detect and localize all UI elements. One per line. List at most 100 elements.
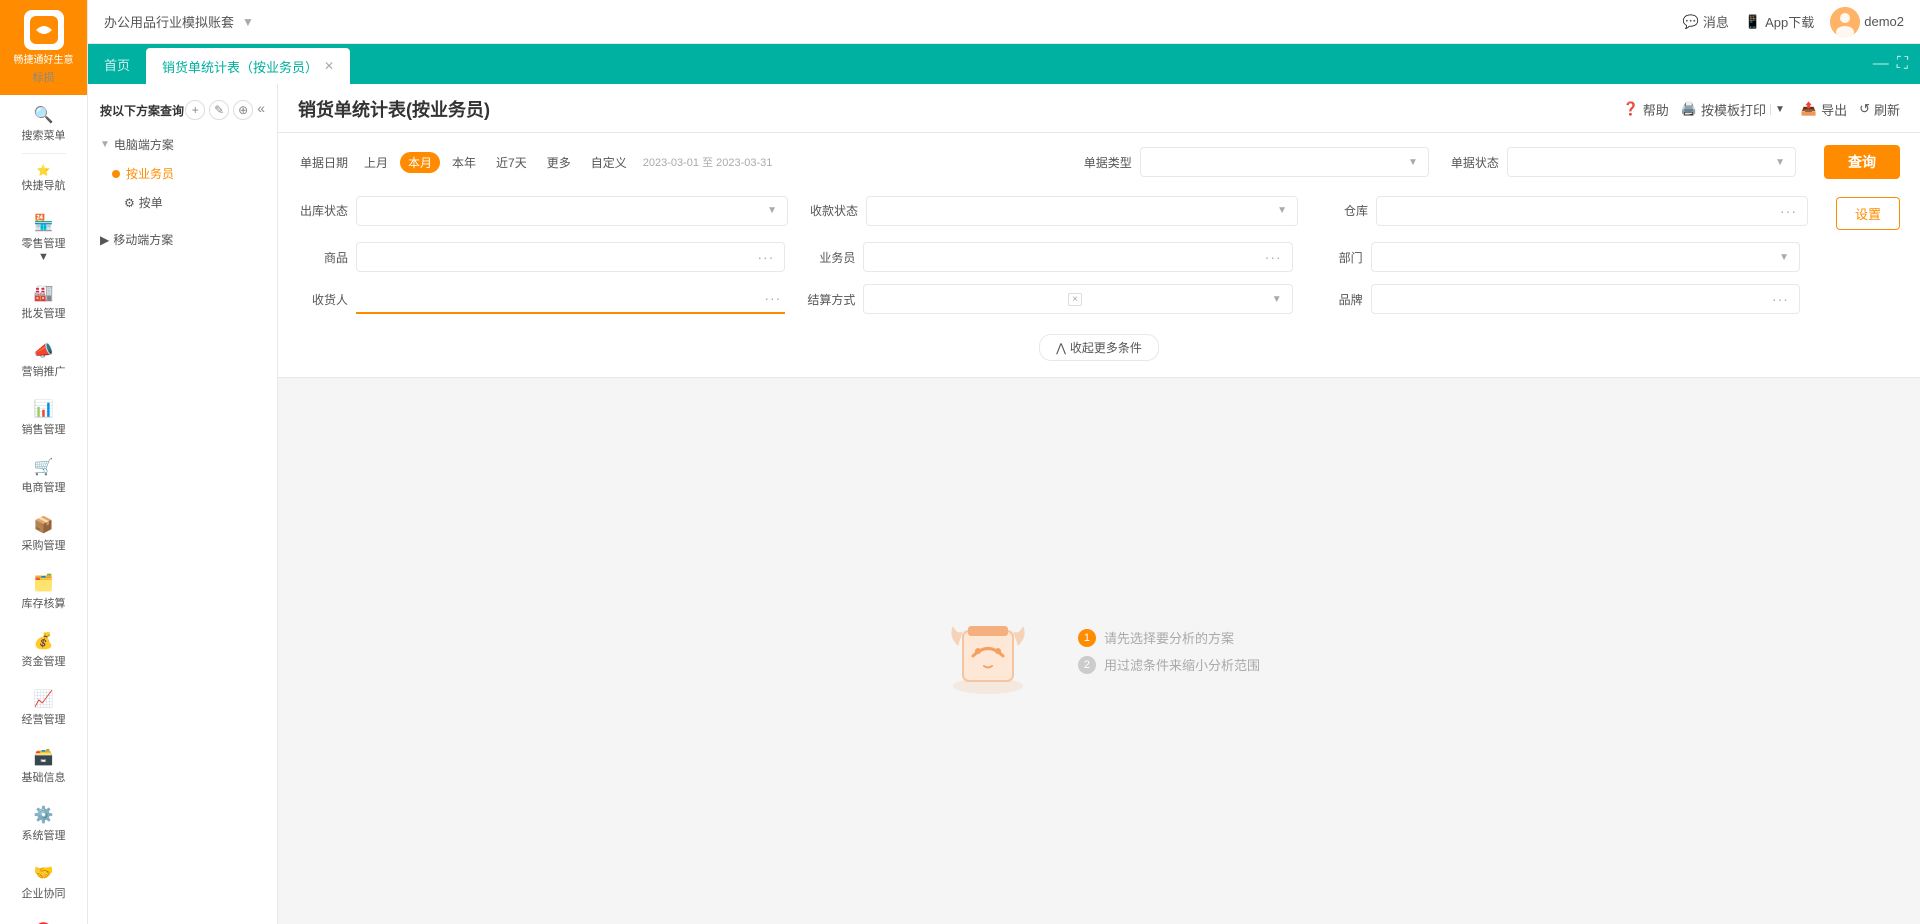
desktop-scheme-expand[interactable]: ▼ 电脑端方案 [88,130,277,159]
sidebar-item-retail[interactable]: 🏪 零售管理 [0,203,87,273]
tab-home[interactable]: 首页 [88,44,146,84]
dept-filter-item: 部门 ▼ [1313,242,1800,272]
tab-sales-report[interactable]: 销货单统计表（按业务员） ✕ [146,48,350,84]
delete-scheme-button[interactable]: ⊕ [233,100,253,120]
sidebar-item-enterprise[interactable]: 🤝 企业协同 [0,853,87,911]
sidebar-item-inventory[interactable]: 🗂️ 库存核算 [0,563,87,621]
docstatus-select[interactable]: ▼ [1507,147,1796,177]
warehouse-dots[interactable]: ··· [1780,203,1797,219]
help-button[interactable]: ❓ 帮助 [1623,100,1669,119]
sidebar-item-label: 企业协同 [22,885,66,901]
collapse-panel-button[interactable]: « [257,100,265,120]
brand-dots[interactable]: ··· [1772,291,1789,307]
sidebar-item-purchase[interactable]: 📦 采购管理 [0,505,87,563]
desktop-scheme-label: 电脑端方案 [114,136,174,153]
active-dot [112,170,120,178]
consignee-filter-item: 收货人 ··· [298,284,785,314]
topbar-left: 办公用品行业模拟账套 ▼ [104,12,254,31]
left-panel-actions: + ✎ ⊕ « [185,100,265,120]
settlement-select[interactable]: × ▼ [863,284,1292,314]
date-tab-7days[interactable]: 近7天 [488,152,535,173]
add-scheme-button[interactable]: + [185,100,205,120]
empty-tip-1: 1 请先选择要分析的方案 [1078,628,1260,647]
date-tab-thismonth[interactable]: 本月 [400,152,440,173]
sidebar-item-wholesale[interactable]: 🏭 批发管理 [0,273,87,331]
shortcut-icon: ⭐ [37,164,51,177]
scheme-by-order[interactable]: ⚙ 按单 [88,188,277,217]
tab-home-label: 首页 [104,55,130,74]
date-filter-control: 上月 本月 本年 近7天 更多 自定义 2023-03-01 至 2023-03… [356,152,772,173]
operations-icon: 📈 [34,689,54,709]
consignee-input[interactable]: ··· [356,284,785,314]
marketing-icon: 📣 [34,341,54,361]
export-label: 导出 [1821,100,1847,119]
data-area: 1 请先选择要分析的方案 2 用过滤条件来缩小分析范围 [278,378,1920,924]
print-main-button[interactable]: 🖨️ 按模板打印 [1681,100,1770,119]
warehouse-input[interactable]: ··· [1376,196,1808,226]
sidebar-item-sales[interactable]: 📊 销售管理 [0,389,87,447]
sidebar-item-operations[interactable]: 📈 经营管理 [0,679,87,737]
docstatus-filter-item: 单据状态 ▼ [1449,147,1796,177]
settings-button[interactable]: 设置 [1836,197,1900,230]
user-avatar-button[interactable]: demo2 [1830,7,1904,37]
stock-status-caret: ▼ [767,205,777,216]
payment-status-caret: ▼ [1277,205,1287,216]
payment-status-label: 收款状态 [808,202,858,219]
date-tabs: 上月 本月 本年 近7天 更多 自定义 [356,152,635,173]
settlement-clear-button[interactable]: × [1068,293,1082,306]
salesrep-input[interactable]: ··· [863,242,1292,272]
salesrep-dots[interactable]: ··· [1265,249,1282,265]
message-button[interactable]: 💬 消息 [1683,12,1729,31]
mobile-scheme-expand[interactable]: ▶ 移动端方案 [88,225,277,254]
print-dropdown-button[interactable]: ▼ [1770,104,1789,115]
sidebar-item-finance[interactable]: 💰 资金管理 [0,621,87,679]
topbar-right: 💬 消息 📱 App下载 demo2 [1683,7,1904,37]
tab-minimize-icon[interactable]: — [1873,55,1889,73]
sidebar-item-ecommerce[interactable]: 🛒 电商管理 [0,447,87,505]
settlement-label: 结算方式 [805,291,855,308]
date-tab-lastmonth[interactable]: 上月 [356,152,396,173]
collapse-conditions-button[interactable]: ⋀ 收起更多条件 [1039,334,1159,361]
doctype-select[interactable]: ▼ [1140,147,1429,177]
sidebar-item-basic-info[interactable]: 🗃️ 基础信息 [0,737,87,795]
stock-status-select[interactable]: ▼ [356,196,788,226]
retail-icon: 🏪 [34,213,54,233]
message-label: 消息 [1703,12,1729,31]
edit-scheme-button[interactable]: ✎ [209,100,229,120]
sidebar-item-system[interactable]: ⚙️ 系统管理 [0,795,87,853]
dept-select[interactable]: ▼ [1371,242,1800,272]
goods-input[interactable]: ··· [356,242,785,272]
tab-expand-icon[interactable]: ⛶ [1897,55,1908,73]
sidebar-item-marketing[interactable]: 📣 营销推广 [0,331,87,389]
desktop-scheme-group: ▼ 电脑端方案 按业务员 ⚙ 按单 [88,126,277,221]
refresh-button[interactable]: ↺ 刷新 [1859,100,1900,119]
query-button[interactable]: 查询 [1824,145,1900,179]
shortcut-nav[interactable]: ⭐ 快捷导航 [22,153,66,203]
content-area: 按以下方案查询 + ✎ ⊕ « ▼ 电脑端方案 按业务员 ⚙ [88,84,1920,924]
date-range-text: 2023-03-01 至 2023-03-31 [643,154,773,170]
export-button[interactable]: 📤 导出 [1801,100,1847,119]
date-tab-more[interactable]: 更多 [539,152,579,173]
date-tab-custom[interactable]: 自定义 [583,152,635,173]
main-area: 办公用品行业模拟账套 ▼ 💬 消息 📱 App下载 de [88,0,1920,924]
purchase-icon: 📦 [34,515,54,535]
brand-input[interactable]: ··· [1371,284,1800,314]
mobile-expand-icon: ▶ [100,233,109,247]
app-download-button[interactable]: 📱 App下载 [1745,12,1814,31]
right-panel: 销货单统计表(按业务员) ❓ 帮助 🖨️ 按模板打印 ▼ 📤 [278,84,1920,924]
tab-close-icon[interactable]: ✕ [324,59,334,73]
tabbar-actions: — ⛶ [1873,55,1920,73]
scheme-by-salesrep[interactable]: 按业务员 [88,159,277,188]
consignee-dots[interactable]: ··· [764,290,781,306]
goods-dots[interactable]: ··· [757,249,774,265]
sidebar-item-guide[interactable]: 🎯 新手引导 [0,911,87,924]
stock-status-label: 出库状态 [298,202,348,219]
payment-status-select[interactable]: ▼ [866,196,1298,226]
date-filter-label: 单据日期 [298,154,348,171]
search-menu[interactable]: 🔍 搜索菜单 [0,95,87,153]
username-label: demo2 [1864,14,1904,29]
industry-dropdown-icon[interactable]: ▼ [242,15,254,29]
expand-icon: ▼ [100,139,110,150]
date-tab-thisyear[interactable]: 本年 [444,152,484,173]
topbar: 办公用品行业模拟账套 ▼ 💬 消息 📱 App下载 de [88,0,1920,44]
